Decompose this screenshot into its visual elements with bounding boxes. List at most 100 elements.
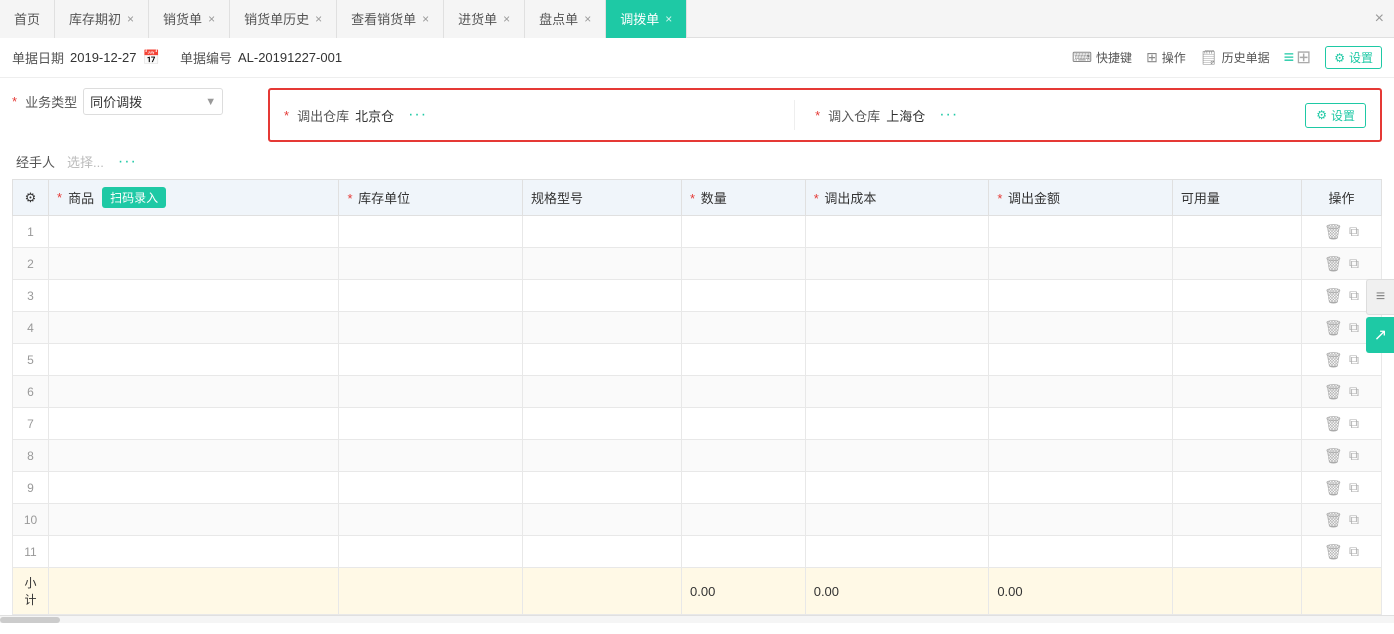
close-purchase-order[interactable]: × <box>503 12 510 26</box>
copy-row-icon[interactable]: ⧉ <box>1349 287 1359 305</box>
amount-cell[interactable] <box>989 440 1173 472</box>
amount-cell[interactable] <box>989 216 1173 248</box>
tab-view-sales[interactable]: 查看销货单 × <box>337 0 444 38</box>
amount-cell[interactable] <box>989 408 1173 440</box>
delete-row-icon[interactable]: 🗑 <box>1324 255 1343 273</box>
operator-placeholder[interactable]: 选择... <box>67 152 104 171</box>
product-cell[interactable] <box>49 440 339 472</box>
qty-cell[interactable] <box>682 344 806 376</box>
close-all-tabs[interactable]: × <box>1365 10 1394 28</box>
delete-row-icon[interactable]: 🗑 <box>1324 223 1343 241</box>
cost-cell[interactable] <box>805 504 989 536</box>
cost-cell[interactable] <box>805 280 989 312</box>
cost-cell[interactable] <box>805 312 989 344</box>
right-panel-export-btn[interactable]: ↗ <box>1366 317 1394 353</box>
warehouse-settings-button[interactable]: ⚙ 设置 <box>1305 103 1366 128</box>
close-view-sales[interactable]: × <box>422 12 429 26</box>
product-cell[interactable] <box>49 408 339 440</box>
delete-row-icon[interactable]: 🗑 <box>1324 479 1343 497</box>
business-type-select[interactable]: 同价调拨 ▼ <box>83 88 223 115</box>
delete-row-icon[interactable]: 🗑 <box>1324 383 1343 401</box>
product-cell[interactable] <box>49 376 339 408</box>
close-inventory-check[interactable]: × <box>584 12 591 26</box>
delete-row-icon[interactable]: 🗑 <box>1324 543 1343 561</box>
delete-row-icon[interactable]: 🗑 <box>1324 447 1343 465</box>
product-cell[interactable] <box>49 536 339 568</box>
close-inventory-init[interactable]: × <box>127 12 134 26</box>
qty-cell[interactable] <box>682 408 806 440</box>
settings-button[interactable]: ⚙ 设置 <box>1325 46 1382 69</box>
tab-purchase-order[interactable]: 进货单 × <box>444 0 525 38</box>
copy-row-icon[interactable]: ⧉ <box>1349 447 1359 465</box>
qty-cell[interactable] <box>682 472 806 504</box>
amount-cell[interactable] <box>989 344 1173 376</box>
delete-row-icon[interactable]: 🗑 <box>1324 319 1343 337</box>
amount-cell[interactable] <box>989 472 1173 504</box>
amount-cell[interactable] <box>989 536 1173 568</box>
cost-cell[interactable] <box>805 472 989 504</box>
product-cell[interactable] <box>49 472 339 504</box>
cost-cell[interactable] <box>805 440 989 472</box>
product-cell[interactable] <box>49 312 339 344</box>
delete-row-icon[interactable]: 🗑 <box>1324 415 1343 433</box>
cost-cell[interactable] <box>805 376 989 408</box>
close-transfer-order[interactable]: × <box>665 12 672 26</box>
tab-inventory-check[interactable]: 盘点单 × <box>525 0 606 38</box>
scrollbar-thumb[interactable] <box>0 617 60 623</box>
operator-more[interactable]: ··· <box>118 153 137 171</box>
shortcut-button[interactable]: ⌨ 快捷键 <box>1072 49 1132 66</box>
cost-cell[interactable] <box>805 248 989 280</box>
tab-sales-history[interactable]: 销货单历史 × <box>230 0 337 38</box>
history-button[interactable]: 🗒 历史单据 <box>1200 49 1270 66</box>
delete-row-icon[interactable]: 🗑 <box>1324 511 1343 529</box>
product-cell[interactable] <box>49 248 339 280</box>
close-sales-history[interactable]: × <box>315 12 322 26</box>
product-cell[interactable] <box>49 344 339 376</box>
qty-cell[interactable] <box>682 312 806 344</box>
copy-row-icon[interactable]: ⧉ <box>1349 543 1359 561</box>
copy-row-icon[interactable]: ⧉ <box>1349 383 1359 401</box>
copy-row-icon[interactable]: ⧉ <box>1349 255 1359 273</box>
grid-view-icon[interactable]: ⊞ <box>1296 47 1311 68</box>
scan-entry-button[interactable]: 扫码录入 <box>102 187 166 208</box>
cost-cell[interactable] <box>805 408 989 440</box>
qty-cell[interactable] <box>682 504 806 536</box>
tab-transfer-order[interactable]: 调拨单 × <box>606 0 687 38</box>
copy-row-icon[interactable]: ⧉ <box>1349 415 1359 433</box>
qty-cell[interactable] <box>682 536 806 568</box>
amount-cell[interactable] <box>989 376 1173 408</box>
cost-cell[interactable] <box>805 344 989 376</box>
product-cell[interactable] <box>49 504 339 536</box>
product-cell[interactable] <box>49 280 339 312</box>
copy-row-icon[interactable]: ⧉ <box>1349 511 1359 529</box>
qty-cell[interactable] <box>682 248 806 280</box>
right-panel-list-btn[interactable]: ≡ <box>1366 279 1394 315</box>
transfer-out-more[interactable]: ··· <box>408 106 427 124</box>
product-cell[interactable] <box>49 216 339 248</box>
copy-row-icon[interactable]: ⧉ <box>1349 319 1359 337</box>
delete-row-icon[interactable]: 🗑 <box>1324 287 1343 305</box>
qty-cell[interactable] <box>682 376 806 408</box>
transfer-in-more[interactable]: ··· <box>939 106 958 124</box>
tab-inventory-init[interactable]: 库存期初 × <box>55 0 149 38</box>
list-view-icon[interactable]: ≡ <box>1284 47 1295 68</box>
operation-button[interactable]: ⊞ 操作 <box>1146 49 1186 66</box>
th-gear[interactable]: ⚙ <box>13 180 49 216</box>
delete-row-icon[interactable]: 🗑 <box>1324 351 1343 369</box>
qty-cell[interactable] <box>682 280 806 312</box>
amount-cell[interactable] <box>989 312 1173 344</box>
amount-cell[interactable] <box>989 504 1173 536</box>
close-sales-order[interactable]: × <box>208 12 215 26</box>
tab-home[interactable]: 首页 <box>0 0 55 38</box>
tab-sales-order[interactable]: 销货单 × <box>149 0 230 38</box>
copy-row-icon[interactable]: ⧉ <box>1349 351 1359 369</box>
copy-row-icon[interactable]: ⧉ <box>1349 479 1359 497</box>
qty-cell[interactable] <box>682 216 806 248</box>
cost-cell[interactable] <box>805 536 989 568</box>
horizontal-scrollbar[interactable] <box>0 615 1394 623</box>
qty-cell[interactable] <box>682 440 806 472</box>
calendar-icon[interactable]: 📅 <box>143 49 160 66</box>
amount-cell[interactable] <box>989 248 1173 280</box>
copy-row-icon[interactable]: ⧉ <box>1349 223 1359 241</box>
amount-cell[interactable] <box>989 280 1173 312</box>
